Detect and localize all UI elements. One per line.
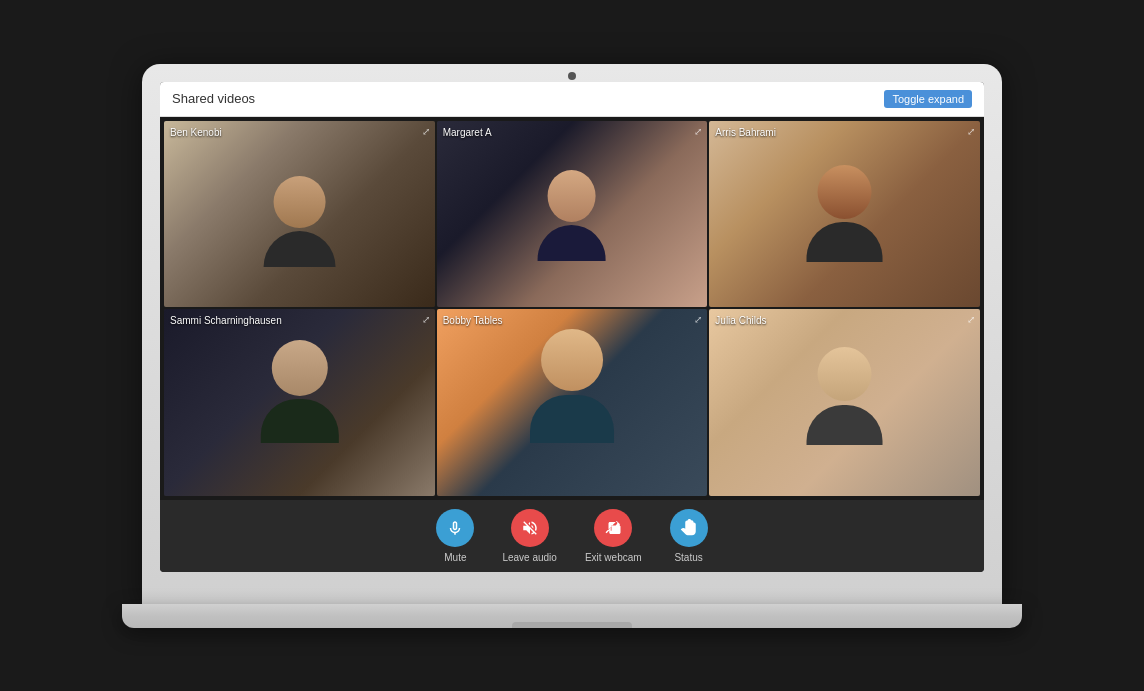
expand-icon-bobby[interactable]: ⤢ <box>694 314 702 325</box>
toggle-expand-button[interactable]: Toggle expand <box>884 90 972 108</box>
laptop-base <box>122 604 1022 628</box>
audio-off-icon <box>521 519 539 537</box>
screen-title: Shared videos <box>172 91 255 106</box>
status-icon-circle <box>670 509 708 547</box>
video-grid: Ben Kenobi ⤢ Margaret A ⤢ <box>160 117 984 500</box>
leave-audio-button[interactable]: Leave audio <box>502 509 557 563</box>
video-cell-bobby: Bobby Tables ⤢ <box>437 309 708 496</box>
camera-notch <box>568 72 576 80</box>
video-cell-julia: Julia Childs ⤢ <box>709 309 980 496</box>
video-cell-ben: Ben Kenobi ⤢ <box>164 121 435 308</box>
leave-audio-icon-circle <box>511 509 549 547</box>
mute-label: Mute <box>444 552 466 563</box>
mute-button[interactable]: Mute <box>436 509 474 563</box>
laptop-wrapper: Shared videos Toggle expand Ben Kenobi ⤢ <box>122 36 1022 656</box>
status-label: Status <box>674 552 702 563</box>
participant-name-ben: Ben Kenobi <box>170 127 222 138</box>
participant-name-bobby: Bobby Tables <box>443 315 503 326</box>
exit-webcam-label: Exit webcam <box>585 552 642 563</box>
screen-header: Shared videos Toggle expand <box>160 82 984 117</box>
expand-icon-margaret[interactable]: ⤢ <box>694 126 702 137</box>
video-cell-margaret: Margaret A ⤢ <box>437 121 708 308</box>
control-bar: Mute Leave audio <box>160 500 984 572</box>
participant-name-julia: Julia Childs <box>715 315 766 326</box>
participant-name-arris: Arris Bahrami <box>715 127 776 138</box>
expand-icon-ben[interactable]: ⤢ <box>422 126 430 137</box>
video-cell-arris: Arris Bahrami ⤢ <box>709 121 980 308</box>
expand-icon-julia[interactable]: ⤢ <box>967 314 975 325</box>
leave-audio-label: Leave audio <box>502 552 557 563</box>
exit-webcam-icon-circle <box>594 509 632 547</box>
expand-icon-sammi[interactable]: ⤢ <box>422 314 430 325</box>
participant-name-margaret: Margaret A <box>443 127 492 138</box>
camera-off-icon <box>604 519 622 537</box>
participant-name-sammi: Sammi Scharninghausen <box>170 315 282 326</box>
exit-webcam-button[interactable]: Exit webcam <box>585 509 642 563</box>
video-cell-sammi: Sammi Scharninghausen ⤢ <box>164 309 435 496</box>
mic-icon <box>446 519 464 537</box>
hand-icon <box>680 519 698 537</box>
expand-icon-arris[interactable]: ⤢ <box>967 126 975 137</box>
laptop-body: Shared videos Toggle expand Ben Kenobi ⤢ <box>142 64 1002 604</box>
laptop-screen: Shared videos Toggle expand Ben Kenobi ⤢ <box>160 82 984 572</box>
mute-icon-circle <box>436 509 474 547</box>
status-button[interactable]: Status <box>670 509 708 563</box>
